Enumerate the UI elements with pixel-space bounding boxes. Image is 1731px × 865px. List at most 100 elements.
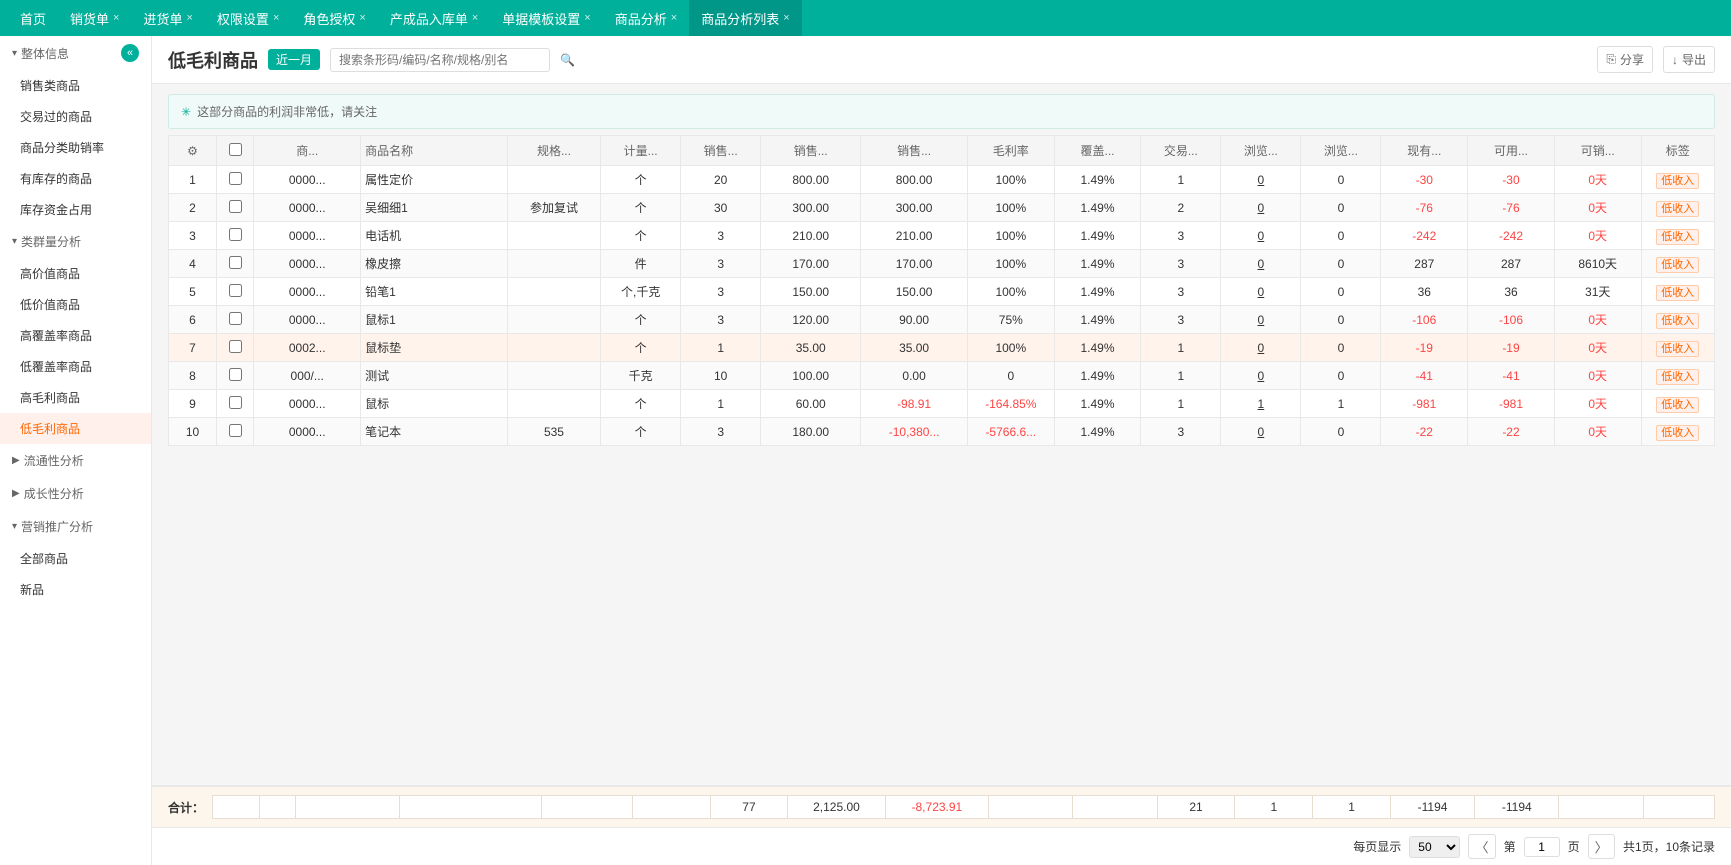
sidebar-group-marketing[interactable]: ▾ 营销推广分析: [0, 510, 151, 543]
col-header-salable-days[interactable]: 可销...: [1554, 136, 1641, 166]
sidebar-item-traded-products[interactable]: 交易过的商品: [0, 101, 151, 132]
col-header-current-stock[interactable]: 现有...: [1381, 136, 1468, 166]
sidebar-group-overall[interactable]: ▾ 整体信息 «: [0, 36, 151, 70]
sidebar-item-capital-usage[interactable]: 库存资金占用: [0, 194, 151, 225]
cell-view1[interactable]: 0: [1221, 418, 1301, 446]
cell-check[interactable]: [217, 166, 254, 194]
col-header-name[interactable]: 商品名称: [361, 136, 508, 166]
page-number-input[interactable]: [1524, 837, 1560, 857]
close-icon[interactable]: ×: [273, 12, 279, 24]
cell-view1[interactable]: 0: [1221, 194, 1301, 222]
col-header-view2[interactable]: 浏览...: [1301, 136, 1381, 166]
cell-check[interactable]: [217, 278, 254, 306]
nav-product-entry[interactable]: 产成品入库单×: [378, 0, 490, 36]
col-header-sales-profit[interactable]: 销售...: [861, 136, 968, 166]
sidebar-item-low-margin[interactable]: 低毛利商品: [0, 413, 151, 444]
cell-check[interactable]: [217, 334, 254, 362]
col-header-coverage[interactable]: 覆盖...: [1054, 136, 1141, 166]
col-header-view1[interactable]: 浏览...: [1221, 136, 1301, 166]
cell-coverage: 1.49%: [1054, 250, 1141, 278]
nav-permissions[interactable]: 权限设置×: [205, 0, 291, 36]
search-input[interactable]: [330, 48, 550, 72]
sidebar-group-growth[interactable]: ▶ 成长性分析: [0, 477, 151, 510]
sidebar-item-high-value[interactable]: 高价值商品: [0, 258, 151, 289]
sidebar-group-cluster[interactable]: ▾ 类群量分析: [0, 225, 151, 258]
cell-view2: 0: [1301, 222, 1381, 250]
row-checkbox[interactable]: [229, 284, 242, 297]
row-checkbox[interactable]: [229, 396, 242, 409]
col-header-gross-rate[interactable]: 毛利率: [967, 136, 1054, 166]
cell-view1[interactable]: 1: [1221, 390, 1301, 418]
nav-purchase-order[interactable]: 进货单×: [131, 0, 204, 36]
row-checkbox[interactable]: [229, 312, 242, 325]
cell-check[interactable]: [217, 194, 254, 222]
sidebar-item-in-stock[interactable]: 有库存的商品: [0, 163, 151, 194]
col-header-sales-amt[interactable]: 销售...: [761, 136, 861, 166]
nav-product-analysis-list[interactable]: 商品分析列表×: [689, 0, 801, 36]
total-sales-amt: 2,125.00: [788, 796, 885, 819]
close-icon[interactable]: ×: [671, 12, 677, 24]
share-button[interactable]: ⎘ 分享: [1597, 46, 1653, 73]
col-header-tag[interactable]: 标签: [1641, 136, 1714, 166]
col-header-tx[interactable]: 交易...: [1141, 136, 1221, 166]
cell-view1[interactable]: 0: [1221, 362, 1301, 390]
sidebar-item-all-products[interactable]: 全部商品: [0, 543, 151, 574]
date-filter-button[interactable]: 近一月: [268, 49, 320, 70]
cell-view1[interactable]: 0: [1221, 334, 1301, 362]
col-header-avail-stock[interactable]: 可用...: [1468, 136, 1555, 166]
table-row: 8 000/... 测试 千克 10 100.00 0.00 0 1.49% 1…: [169, 362, 1715, 390]
col-header-unit[interactable]: 计量...: [601, 136, 681, 166]
cell-view1[interactable]: 0: [1221, 222, 1301, 250]
col-header-check[interactable]: [217, 136, 254, 166]
page-size-select[interactable]: 50 100 200: [1409, 836, 1460, 858]
cell-check[interactable]: [217, 418, 254, 446]
export-icon: ↓: [1672, 53, 1678, 67]
close-icon[interactable]: ×: [783, 12, 789, 24]
prev-page-button[interactable]: 〈: [1468, 834, 1495, 859]
next-page-button[interactable]: 〉: [1588, 834, 1615, 859]
close-icon[interactable]: ×: [584, 12, 590, 24]
cell-check[interactable]: [217, 250, 254, 278]
col-header-code[interactable]: 商...: [254, 136, 361, 166]
select-all-checkbox[interactable]: [229, 143, 242, 156]
cell-view1[interactable]: 0: [1221, 278, 1301, 306]
close-icon[interactable]: ×: [359, 12, 365, 24]
cell-sales-amt: 180.00: [761, 418, 861, 446]
cell-view1[interactable]: 0: [1221, 166, 1301, 194]
row-checkbox[interactable]: [229, 256, 242, 269]
sidebar-group-flow[interactable]: ▶ 流通性分析: [0, 444, 151, 477]
row-checkbox[interactable]: [229, 172, 242, 185]
cell-check[interactable]: [217, 222, 254, 250]
sidebar-item-sales-products[interactable]: 销售类商品: [0, 70, 151, 101]
export-button[interactable]: ↓ 导出: [1663, 46, 1715, 73]
cell-check[interactable]: [217, 362, 254, 390]
row-checkbox[interactable]: [229, 200, 242, 213]
row-checkbox[interactable]: [229, 228, 242, 241]
sidebar-item-high-coverage[interactable]: 高覆盖率商品: [0, 320, 151, 351]
row-checkbox[interactable]: [229, 368, 242, 381]
col-header-sales-qty[interactable]: 销售...: [681, 136, 761, 166]
sidebar-item-category-rate[interactable]: 商品分类助销率: [0, 132, 151, 163]
close-icon[interactable]: ×: [186, 12, 192, 24]
sidebar-item-low-value[interactable]: 低价值商品: [0, 289, 151, 320]
nav-home[interactable]: 首页: [8, 0, 58, 36]
row-checkbox[interactable]: [229, 424, 242, 437]
col-header-spec[interactable]: 规格...: [507, 136, 600, 166]
cell-spec: [507, 362, 600, 390]
cell-view1[interactable]: 0: [1221, 250, 1301, 278]
row-checkbox[interactable]: [229, 340, 242, 353]
nav-product-analysis[interactable]: 商品分析×: [603, 0, 689, 36]
cell-check[interactable]: [217, 306, 254, 334]
nav-sales-order[interactable]: 销货单×: [58, 0, 131, 36]
cell-view1[interactable]: 0: [1221, 306, 1301, 334]
sidebar-item-high-margin[interactable]: 高毛利商品: [0, 382, 151, 413]
close-icon[interactable]: ×: [472, 12, 478, 24]
collapse-button[interactable]: «: [121, 44, 139, 62]
sidebar-item-new-products[interactable]: 新品: [0, 574, 151, 605]
nav-template-settings[interactable]: 单据模板设置×: [490, 0, 602, 36]
cell-check[interactable]: [217, 390, 254, 418]
sidebar-item-low-coverage[interactable]: 低覆盖率商品: [0, 351, 151, 382]
nav-role-auth[interactable]: 角色授权×: [291, 0, 377, 36]
search-icon[interactable]: 🔍: [560, 53, 575, 67]
close-icon[interactable]: ×: [113, 12, 119, 24]
